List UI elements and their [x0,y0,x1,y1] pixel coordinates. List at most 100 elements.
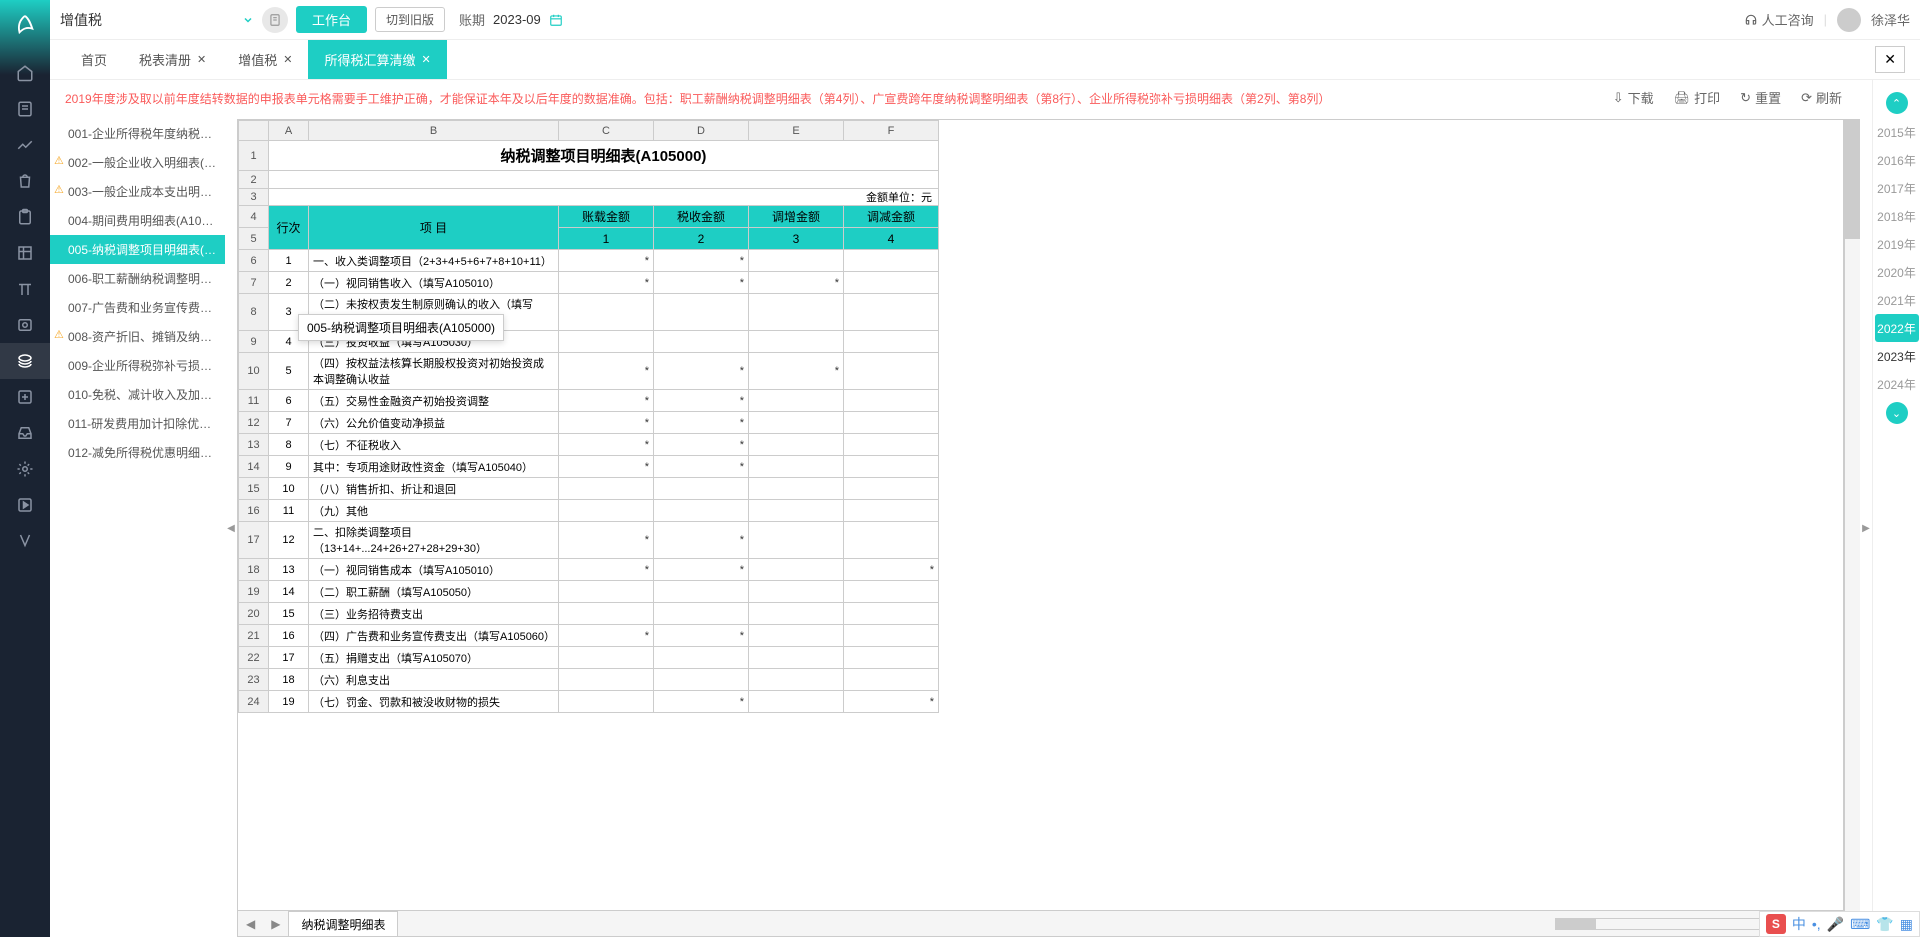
year-2015年[interactable]: 2015年 [1875,118,1919,146]
nav-bag-icon[interactable] [0,163,50,199]
row-num-cell[interactable]: 10 [269,478,309,500]
year-2016年[interactable]: 2016年 [1875,146,1919,174]
expand-handle-right[interactable]: ▶ [1860,119,1872,937]
item-name-cell[interactable]: （四）按权益法核算长期股权投资对初始投资成本调整确认收益 [309,353,559,390]
col-header[interactable]: D [654,121,749,141]
vertical-scrollbar[interactable] [1844,119,1860,937]
data-cell[interactable]: * [559,625,654,647]
tree-item-4[interactable]: 005-纳税调整项目明细表(A1... [50,235,225,264]
tree-item-8[interactable]: 009-企业所得税弥补亏损明... [50,351,225,380]
item-name-cell[interactable]: （五）捐赠支出（填写A105070） [309,647,559,669]
row-header[interactable]: 6 [239,250,269,272]
data-cell[interactable]: * [654,522,749,559]
nav-v-icon[interactable] [0,523,50,559]
nav-clipboard-icon[interactable] [0,199,50,235]
row-header[interactable]: 10 [239,353,269,390]
tree-item-6[interactable]: 007-广告费和业务宣传费跨... [50,293,225,322]
year-2022年[interactable]: 2022年 [1875,314,1919,342]
calendar-icon[interactable] [549,13,563,27]
row-header[interactable]: 11 [239,390,269,412]
year-scroll-up[interactable]: ⌃ [1886,92,1908,114]
row-num-cell[interactable]: 5 [269,353,309,390]
tab-0[interactable]: 首页 [65,40,123,79]
data-cell[interactable] [749,390,844,412]
period-value[interactable]: 2023-09 [493,12,541,27]
consult-link[interactable]: 人工咨询 [1744,10,1814,29]
year-2019年[interactable]: 2019年 [1875,230,1919,258]
item-name-cell[interactable]: （七）不征税收入 [309,434,559,456]
data-cell[interactable] [844,522,939,559]
workbench-button[interactable]: 工作台 [296,6,367,33]
data-cell[interactable] [844,434,939,456]
data-cell[interactable] [654,331,749,353]
data-cell[interactable] [749,691,844,713]
download-button[interactable]: ⇩ 下载 [1613,88,1654,107]
username[interactable]: 徐泽华 [1871,10,1910,29]
data-cell[interactable] [749,669,844,691]
row-num-cell[interactable]: 16 [269,625,309,647]
row-header[interactable]: 20 [239,603,269,625]
data-cell[interactable]: * [559,412,654,434]
data-cell[interactable] [559,647,654,669]
row-num-cell[interactable]: 7 [269,412,309,434]
data-cell[interactable] [559,581,654,603]
data-cell[interactable] [749,559,844,581]
item-name-cell[interactable]: （七）罚金、罚款和被没收财物的损失 [309,691,559,713]
data-cell[interactable]: * [654,250,749,272]
row-num-cell[interactable]: 6 [269,390,309,412]
tree-item-7[interactable]: ⚠008-资产折旧、摊销及纳税... [50,322,225,351]
row-num-cell[interactable]: 12 [269,522,309,559]
data-cell[interactable] [844,603,939,625]
tree-item-11[interactable]: 012-减免所得税优惠明细表(... [50,438,225,467]
row-header[interactable]: 1 [239,141,269,171]
data-cell[interactable] [559,691,654,713]
col-header[interactable]: C [559,121,654,141]
ime-skin-icon[interactable]: 👕 [1876,916,1893,933]
data-cell[interactable] [654,581,749,603]
ime-keyboard-icon[interactable]: ⌨ [1850,916,1870,933]
data-cell[interactable] [749,647,844,669]
ime-logo-icon[interactable]: S [1766,914,1786,934]
data-cell[interactable] [654,669,749,691]
item-name-cell[interactable]: （九）其他 [309,500,559,522]
tree-item-3[interactable]: 004-期间费用明细表(A1040... [50,206,225,235]
data-cell[interactable] [559,669,654,691]
year-scroll-down[interactable]: ⌄ [1886,402,1908,424]
row-header[interactable]: 16 [239,500,269,522]
row-num-cell[interactable]: 9 [269,456,309,478]
row-header[interactable]: 19 [239,581,269,603]
data-cell[interactable] [749,412,844,434]
item-name-cell[interactable]: （二）职工薪酬（填写A105050） [309,581,559,603]
sheet-tab[interactable]: 纳税调整明细表 [288,911,398,937]
tree-item-0[interactable]: 001-企业所得税年度纳税申... [50,119,225,148]
tree-item-5[interactable]: 006-职工薪酬纳税调整明细... [50,264,225,293]
row-header[interactable]: 21 [239,625,269,647]
year-2024年[interactable]: 2024年 [1875,370,1919,398]
data-cell[interactable] [749,603,844,625]
data-cell[interactable] [749,522,844,559]
ime-punct-icon[interactable]: •, [1812,916,1821,932]
data-cell[interactable]: * [559,522,654,559]
data-cell[interactable]: * [654,559,749,581]
info-button[interactable] [262,7,288,33]
row-header[interactable]: 8 [239,294,269,331]
collapse-handle[interactable]: ◀ [225,119,237,937]
data-cell[interactable] [844,669,939,691]
row-num-cell[interactable]: 15 [269,603,309,625]
data-cell[interactable]: * [559,272,654,294]
data-cell[interactable] [844,250,939,272]
year-2021年[interactable]: 2021年 [1875,286,1919,314]
nav-tax-icon[interactable] [0,343,50,379]
data-cell[interactable] [844,500,939,522]
row-num-cell[interactable]: 17 [269,647,309,669]
ime-lang[interactable]: 中 [1792,914,1806,934]
data-cell[interactable] [559,294,654,331]
item-name-cell[interactable]: （八）销售折扣、折让和退回 [309,478,559,500]
data-cell[interactable] [654,647,749,669]
item-name-cell[interactable]: （四）广告费和业务宣传费支出（填写A105060） [309,625,559,647]
data-cell[interactable] [749,500,844,522]
data-cell[interactable] [844,581,939,603]
data-cell[interactable] [654,478,749,500]
item-name-cell[interactable]: （一）视同销售成本（填写A105010） [309,559,559,581]
data-cell[interactable]: * [654,691,749,713]
